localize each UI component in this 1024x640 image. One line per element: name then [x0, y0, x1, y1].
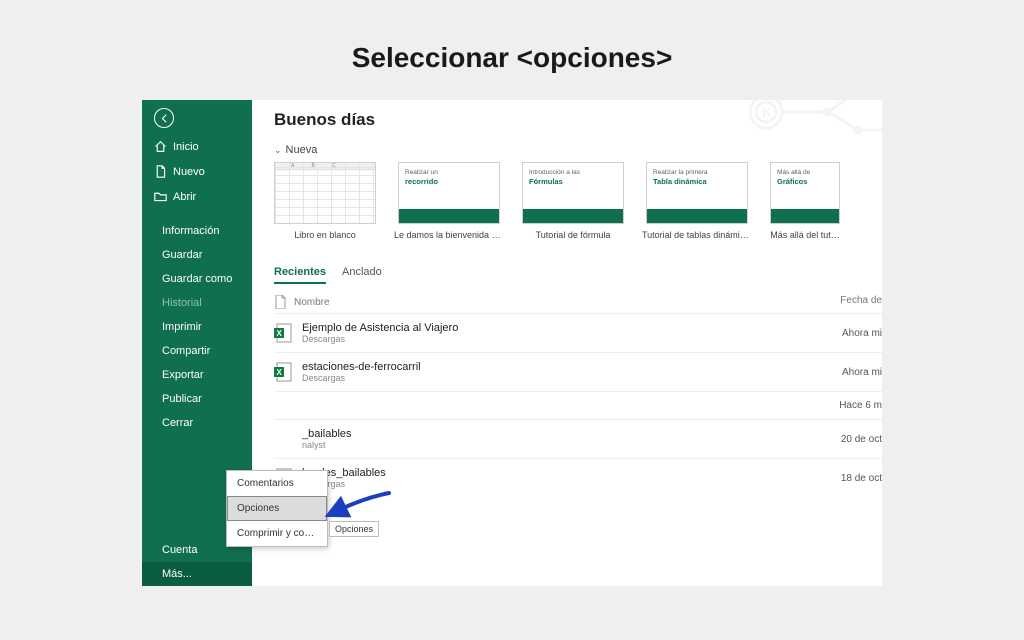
file-location: Descargas: [302, 373, 421, 383]
svg-text:K: K: [762, 104, 772, 120]
sidebar-item-nuevo[interactable]: Nuevo: [142, 159, 252, 184]
template-thumb-sub: Fórmulas: [529, 177, 563, 186]
sidebar-item-informacion[interactable]: Información: [142, 219, 252, 243]
file-icon: [154, 165, 167, 178]
sidebar-item-label: Información: [162, 225, 219, 237]
sidebar-item-cerrar[interactable]: Cerrar: [142, 411, 252, 435]
excel-file-icon: X: [274, 323, 292, 343]
watermark-icon: K: [738, 100, 882, 154]
sidebar-item-abrir[interactable]: Abrir: [142, 184, 252, 209]
folder-icon: [154, 190, 167, 203]
sidebar-item-label: Historial: [162, 297, 202, 309]
recent-tabs: Recientes Anclado: [274, 266, 882, 285]
back-arrow-icon: [154, 108, 174, 128]
column-name-label: Nombre: [294, 297, 330, 308]
list-header: Nombre Fecha de: [274, 285, 882, 313]
sidebar-item-label: Abrir: [173, 191, 196, 203]
template-pivot[interactable]: Realizar la primera Tabla dinámica Tutor…: [646, 162, 748, 240]
document-icon: [274, 295, 286, 309]
more-menu-popup: Comentarios Opciones Comprimir y co…: [226, 470, 328, 547]
file-time: Ahora mi: [842, 328, 882, 339]
file-location: nalyst: [302, 440, 352, 450]
file-row[interactable]: _bailables nalyst 20 de oct: [274, 419, 882, 458]
sidebar-item-label: Inicio: [173, 141, 199, 153]
sidebar-item-label: Compartir: [162, 345, 210, 357]
sidebar-item-guardar[interactable]: Guardar: [142, 243, 252, 267]
sidebar-item-imprimir[interactable]: Imprimir: [142, 315, 252, 339]
sidebar-item-label: Cuenta: [162, 544, 197, 556]
sidebar-item-label: Nuevo: [173, 166, 205, 178]
tab-recientes[interactable]: Recientes: [274, 266, 326, 284]
file-name: estaciones-de-ferrocarril: [302, 361, 421, 373]
template-thumb-sub: recorrido: [405, 177, 438, 186]
file-row[interactable]: Hace 6 m: [274, 391, 882, 419]
annotation-arrow-icon: [334, 488, 394, 518]
tooltip-opciones: Opciones: [329, 521, 379, 537]
tab-anclado[interactable]: Anclado: [342, 266, 382, 284]
chevron-down-icon: ⌄: [274, 145, 282, 156]
template-thumb-sub: Tabla dinámica: [653, 177, 707, 186]
file-time: Hace 6 m: [839, 400, 882, 411]
file-time: Ahora mi: [842, 367, 882, 378]
arrow-right-icon: →: [483, 209, 495, 221]
fx-icon: fx: [607, 209, 619, 221]
sidebar-item-inicio[interactable]: Inicio: [142, 134, 252, 159]
menu-item-opciones[interactable]: Opciones: [227, 496, 327, 521]
sidebar-item-label: Publicar: [162, 393, 202, 405]
template-thumb-top: Más allá de: [777, 169, 810, 176]
template-thumb-top: Introducción a las: [529, 169, 580, 176]
sidebar-item-label: Más...: [162, 568, 192, 580]
file-time: 20 de oct: [841, 434, 882, 445]
sidebar-item-label: Guardar: [162, 249, 202, 261]
template-thumb-top: Realizar un: [405, 169, 438, 176]
templates-row: A B C Libro en blanco Realizar un recorr…: [274, 162, 882, 240]
template-caption: Más allá del tut…: [770, 230, 840, 240]
sidebar-item-historial: Historial: [142, 291, 252, 315]
file-name: Ejemplo de Asistencia al Viajero: [302, 322, 458, 334]
sidebar-item-exportar[interactable]: Exportar: [142, 363, 252, 387]
back-button[interactable]: [142, 100, 252, 134]
sidebar-item-label: Cerrar: [162, 417, 193, 429]
template-caption: Tutorial de tablas dinámicas: [642, 230, 752, 240]
excel-backstage-window: Inicio Nuevo Abrir Información Guardar G…: [142, 100, 882, 586]
template-caption: Libro en blanco: [274, 230, 380, 240]
template-charts[interactable]: Más allá de Gráficos Más allá del tut…: [770, 162, 840, 240]
file-row[interactable]: X estaciones-de-ferrocarril Descargas Ah…: [274, 352, 882, 391]
excel-file-icon: X: [274, 362, 292, 382]
sidebar-item-label: Imprimir: [162, 321, 202, 333]
svg-text:X: X: [277, 368, 283, 377]
sidebar-item-publicar[interactable]: Publicar: [142, 387, 252, 411]
template-welcome[interactable]: Realizar un recorrido → Le damos la bien…: [398, 162, 500, 240]
sidebar-item-label: Guardar como: [162, 273, 232, 285]
template-formula[interactable]: Introducción a las Fórmulas fx Tutorial …: [522, 162, 624, 240]
sidebar-item-compartir[interactable]: Compartir: [142, 339, 252, 363]
page-heading: Seleccionar <opciones>: [352, 42, 673, 74]
svg-text:X: X: [277, 329, 283, 338]
column-date-label: Fecha de: [840, 295, 882, 309]
file-name: _bailables: [302, 428, 352, 440]
menu-item-comentarios[interactable]: Comentarios: [227, 471, 327, 496]
template-thumb-sub: Gráficos: [777, 177, 807, 186]
sidebar-item-guardar-como[interactable]: Guardar como: [142, 267, 252, 291]
file-time: 18 de oct: [841, 473, 882, 484]
template-caption: Tutorial de fórmula: [518, 230, 628, 240]
section-label-text: Nueva: [286, 144, 318, 156]
home-icon: [154, 140, 167, 153]
template-blank[interactable]: A B C Libro en blanco: [274, 162, 376, 240]
file-location: Descargas: [302, 334, 458, 344]
file-row[interactable]: X Ejemplo de Asistencia al Viajero Desca…: [274, 313, 882, 352]
sidebar-item-mas[interactable]: Más...: [142, 562, 252, 586]
sidebar-item-label: Exportar: [162, 369, 204, 381]
menu-item-comprimir[interactable]: Comprimir y co…: [227, 521, 327, 546]
template-caption: Le damos la bienvenida a Ex…: [394, 230, 504, 240]
template-thumb-top: Realizar la primera: [653, 169, 708, 176]
